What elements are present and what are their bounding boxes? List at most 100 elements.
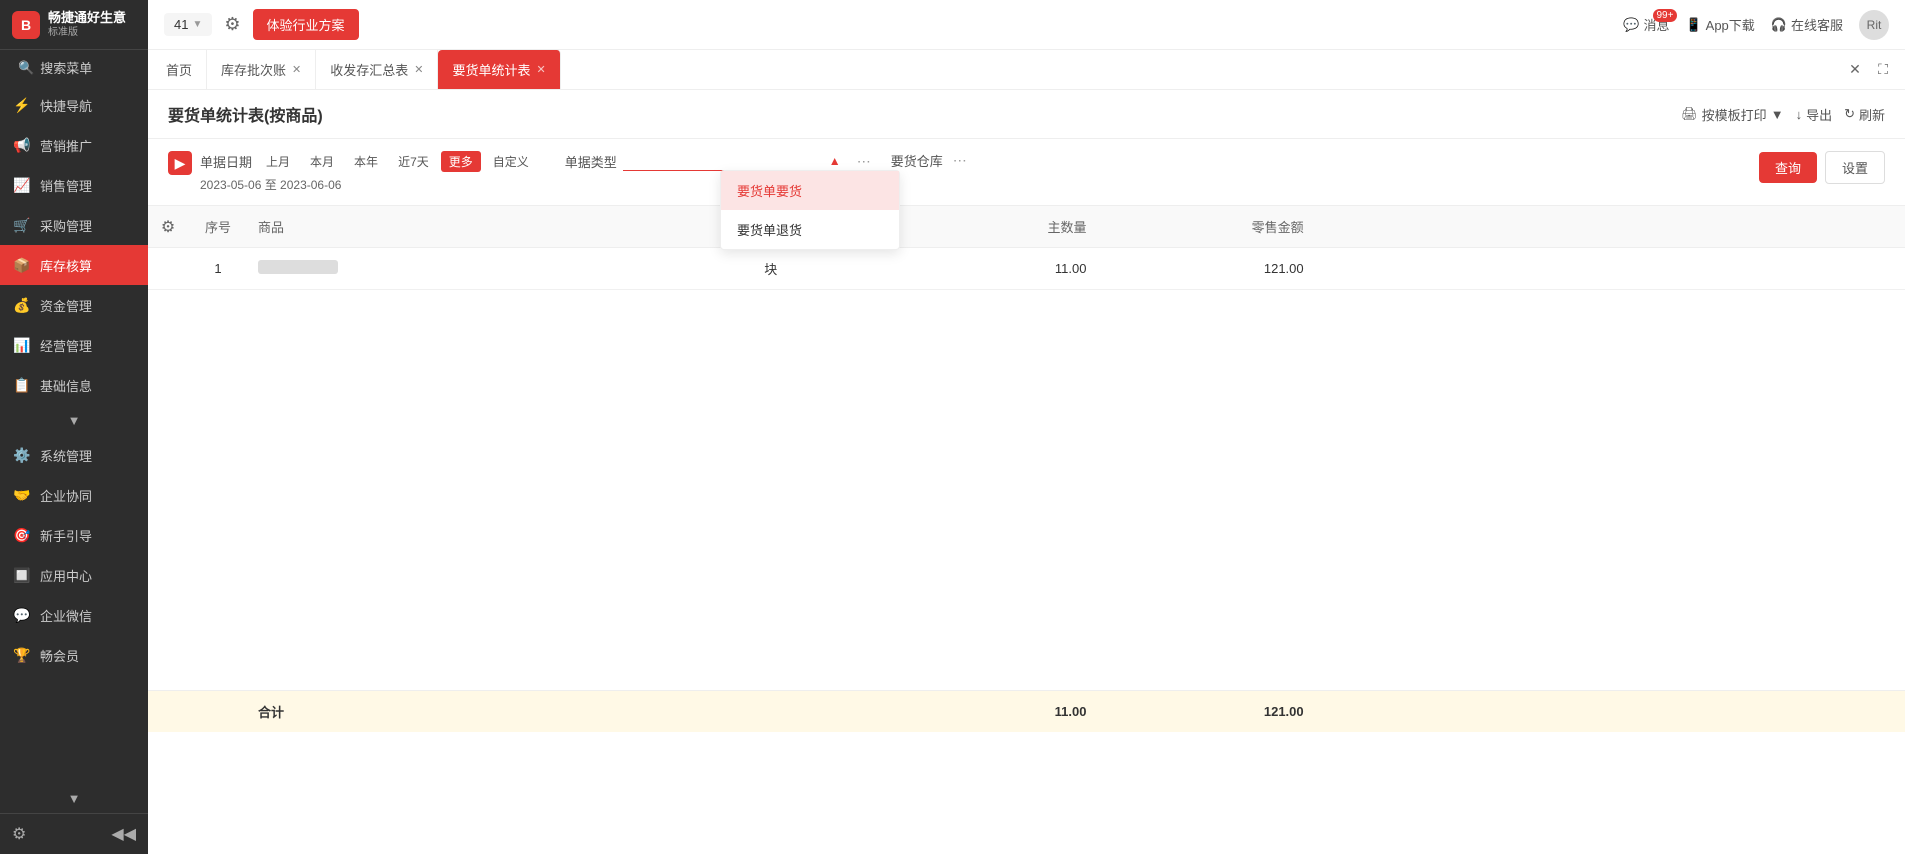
type-select-more-icon[interactable]: ⋯ [857,153,871,170]
sidebar-item-member[interactable]: 🏆 畅会员 [0,635,148,675]
sidebar-item-sales[interactable]: 📈 销售管理 [0,165,148,205]
tabs-right-controls: ✕ ⛶ [1843,58,1895,82]
col-header-amount: 零售金额 [1097,217,1314,236]
last-month-btn[interactable]: 上月 [258,151,298,172]
enterprise-icon: 🤝 [12,485,32,505]
topbar-settings-icon[interactable]: ⚙ [224,14,240,35]
expand-icon: ▶ [175,155,186,172]
export-btn[interactable]: ↓ 导出 [1796,105,1833,124]
online-service-btn[interactable]: 🎧 在线客服 [1771,15,1843,34]
tab-home[interactable]: 首页 [158,50,207,89]
tab-close-icon[interactable]: ✕ [414,63,423,76]
sidebar-scroll-bottom[interactable]: ▼ [0,783,148,813]
message-icon: 💬 [1623,17,1639,33]
brand-name: 畅捷通好生意 [48,10,126,27]
sidebar-scroll-down[interactable]: ▼ [0,405,148,435]
type-select-input[interactable] [629,153,829,168]
row-idx: 1 [188,261,248,276]
sidebar-search[interactable]: 🔍 搜索菜单 [0,50,148,85]
warehouse-label: 要货仓库 [891,151,943,170]
page-inner: 要货单统计表(按商品) 🖨 按模板打印 ▼ ↓ 导出 ↻ 刷新 [148,90,1905,854]
warehouse-more-icon[interactable]: ⋯ [953,152,967,169]
sidebar-item-purchase[interactable]: 🛒 采购管理 [0,205,148,245]
topbar-right: 💬 消息 99+ 📱 App下载 🎧 在线客服 Rit [1623,10,1889,40]
tabs-expand-btn[interactable]: ⛶ [1871,58,1895,82]
sidebar-item-enterprise[interactable]: 🤝 企业协同 [0,475,148,515]
date-filter-group: 单据日期 上月 本月 本年 近7天 更多 自定义 2023-05-06 至 20… [200,151,537,193]
sidebar-label: 营销推广 [40,136,92,155]
marketing-icon: 📢 [12,135,32,155]
sidebar-item-guide[interactable]: 🎯 新手引导 [0,515,148,555]
online-service-label: 在线客服 [1791,15,1843,34]
brand-sub: 标准版 [48,26,126,39]
messages-btn[interactable]: 💬 消息 99+ [1623,15,1669,34]
refresh-label: 刷新 [1859,105,1885,124]
row-product [248,260,662,277]
sidebar-item-system[interactable]: ⚙️ 系统管理 [0,435,148,475]
print-btn[interactable]: 🖨 按模板打印 ▼ [1681,105,1783,124]
page-header: 要货单统计表(按商品) 🖨 按模板打印 ▼ ↓ 导出 ↻ 刷新 [148,90,1905,139]
sidebar-item-quick-nav[interactable]: ⚡ 快捷导航 [0,85,148,125]
sidebar-item-finance[interactable]: 💰 资金管理 [0,285,148,325]
filter-actions: 查询 设置 [1759,151,1885,184]
system-icon: ⚙️ [12,445,32,465]
sidebar-item-marketing[interactable]: 📢 营销推广 [0,125,148,165]
tab-label: 要货单统计表 [452,60,530,79]
table-settings-icon[interactable]: ⚙ [161,219,175,236]
dropdown-item-goods-return[interactable]: 要货单退货 [721,210,899,249]
col-header-settings: ⚙ [148,217,188,237]
warehouse-filter-group: 要货仓库 ⋯ [891,151,967,170]
last-7-days-btn[interactable]: 近7天 [390,151,437,172]
filter-settings-btn[interactable]: 设置 [1825,151,1885,184]
tab-goods-statistics[interactable]: 要货单统计表 ✕ [438,50,560,89]
footer-amount: 121.00 [1097,704,1314,719]
sidebar-item-inventory[interactable]: 📦 库存核算 [0,245,148,285]
tab-close-icon[interactable]: ✕ [537,63,546,76]
sidebar-item-operations[interactable]: 📊 经营管理 [0,325,148,365]
tab-inventory-batch[interactable]: 库存批次账 ✕ [207,50,316,89]
sidebar-label: 资金管理 [40,296,92,315]
user-avatar[interactable]: Rit [1859,10,1889,40]
refresh-btn[interactable]: ↻ 刷新 [1844,105,1885,124]
messages-badge: 99+ [1653,9,1678,22]
custom-date-btn[interactable]: 自定义 [485,151,537,172]
this-year-btn[interactable]: 本年 [346,151,386,172]
print-label: 按模板打印 [1702,105,1767,124]
dropdown-item-goods-order[interactable]: 要货单要货 [721,171,899,210]
sidebar-item-app-center[interactable]: 🔲 应用中心 [0,555,148,595]
type-select-wrapper[interactable]: ▲ [623,151,847,171]
sidebar-label: 应用中心 [40,566,92,585]
footer-quantity: 11.00 [879,704,1096,719]
account-arrow-icon: ▼ [192,19,202,30]
purchase-icon: 🛒 [12,215,32,235]
table-footer: 合计 11.00 121.00 [148,690,1905,732]
collapse-icon[interactable]: ◀◀ [111,824,136,844]
more-dates-btn[interactable]: 更多 [441,151,481,172]
page-title: 要货单统计表(按商品) [168,102,323,126]
trial-btn[interactable]: 体验行业方案 [253,9,359,40]
type-select-arrow-icon[interactable]: ▲ [829,154,841,168]
date-range-display: 2023-05-06 至 2023-06-06 [200,176,537,193]
print-icon: 🖨 [1681,106,1698,122]
account-selector[interactable]: 41 ▼ [164,13,212,36]
topbar: 41 ▼ ⚙ 体验行业方案 💬 消息 99+ 📱 App下载 🎧 在线客服 Ri… [148,0,1905,50]
app-download-btn[interactable]: 📱 App下载 [1685,15,1754,34]
tabs-close-all-btn[interactable]: ✕ [1843,58,1867,82]
filter-expand-btn[interactable]: ▶ [168,151,192,175]
row-quantity: 11.00 [879,261,1096,276]
row-amount: 121.00 [1097,261,1314,276]
tab-receivable-summary[interactable]: 收发存汇总表 ✕ [316,50,438,89]
sidebar-item-base-info[interactable]: 📋 基础信息 [0,365,148,405]
this-month-btn[interactable]: 本月 [302,151,342,172]
query-btn[interactable]: 查询 [1759,152,1817,183]
sidebar: B 畅捷通好生意 标准版 🔍 搜索菜单 ⚡ 快捷导航 📢 营销推广 📈 销售管理… [0,0,148,854]
table-row: 1 块 11.00 121.00 [148,248,1905,290]
app-brand-text: 畅捷通好生意 标准版 [48,10,126,40]
sidebar-item-wechat[interactable]: 💬 企业微信 [0,595,148,635]
sales-icon: 📈 [12,175,32,195]
tab-close-icon[interactable]: ✕ [292,63,301,76]
settings-icon[interactable]: ⚙ [12,824,26,844]
sidebar-label: 经营管理 [40,336,92,355]
inventory-icon: 📦 [12,255,32,275]
date-label: 单据日期 [200,152,252,171]
